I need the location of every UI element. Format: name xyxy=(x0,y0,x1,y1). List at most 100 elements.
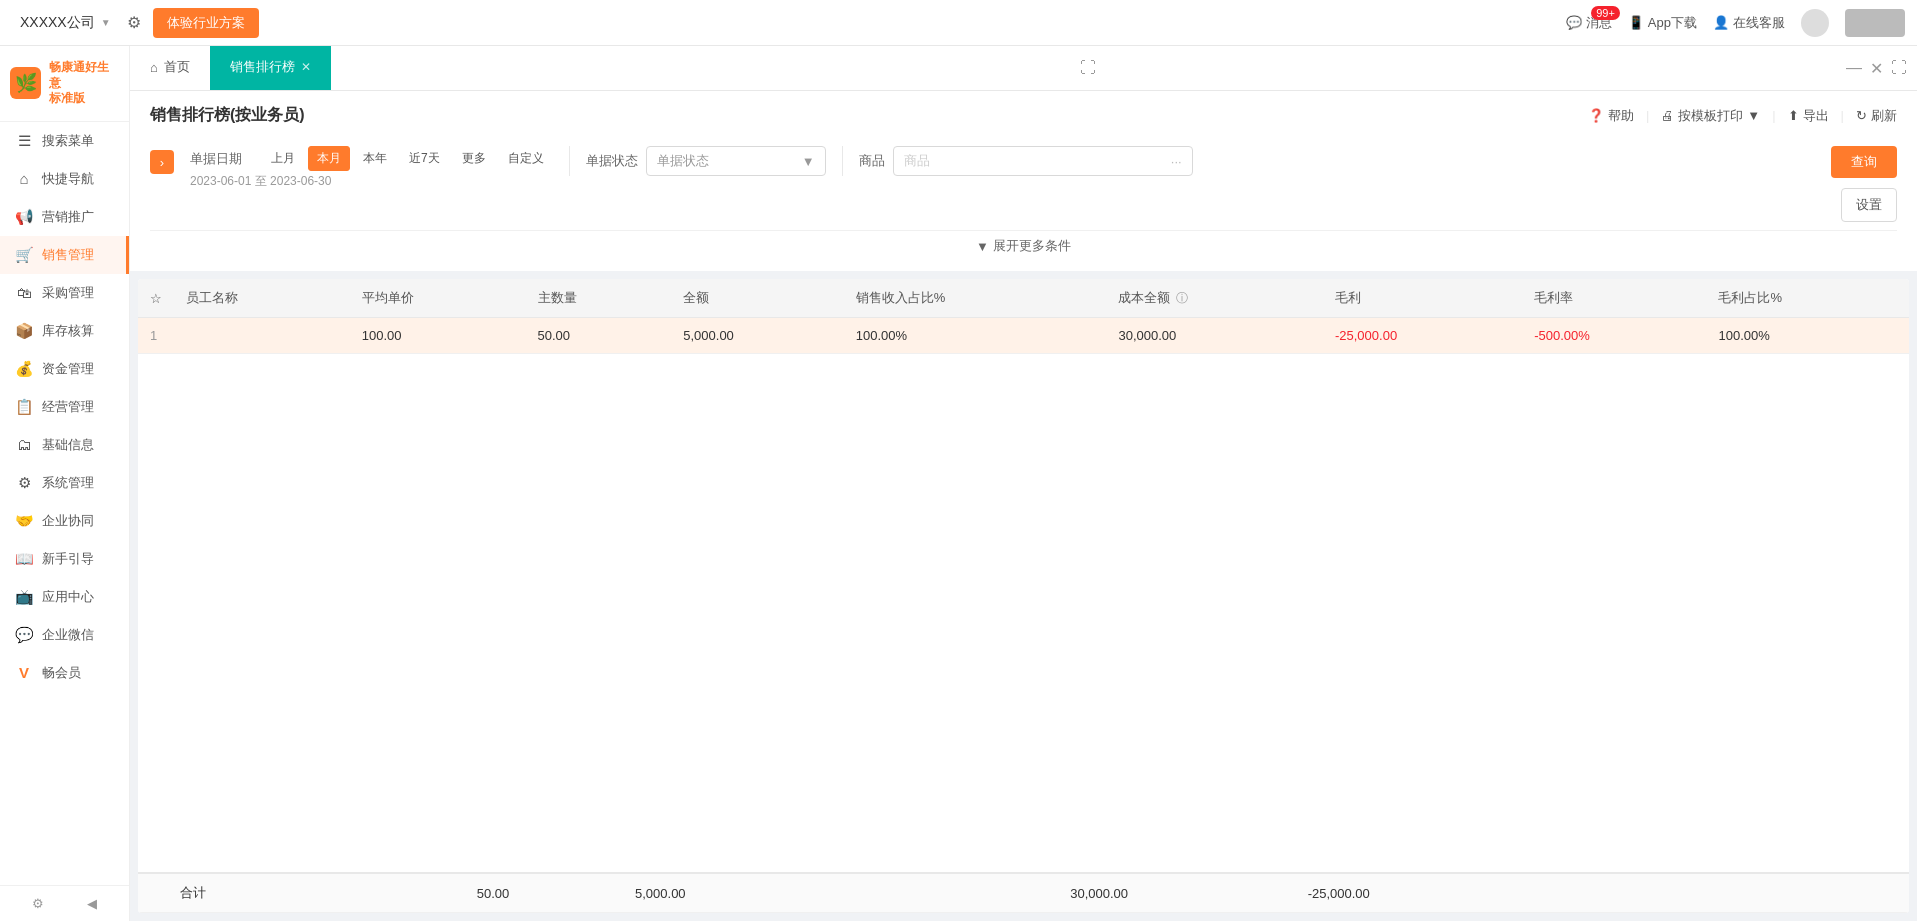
footer-quantity: 50.00 xyxy=(465,873,623,913)
sidebar-item-basic-info[interactable]: 🗂 基础信息 xyxy=(0,426,129,464)
sidebar-item-purchase[interactable]: 🛍 采购管理 xyxy=(0,274,129,312)
footer-total: 5,000.00 xyxy=(623,873,821,913)
date-btn-this-year[interactable]: 本年 xyxy=(354,146,396,171)
message-icon: 💬 xyxy=(1566,15,1582,30)
expand-more-label: 展开更多条件 xyxy=(993,237,1071,255)
message-button[interactable]: 💬 消息 99+ xyxy=(1566,14,1612,32)
divider2: | xyxy=(1772,108,1775,123)
sidebar-collapse-icon[interactable]: ◀ xyxy=(87,896,97,911)
company-selector[interactable]: XXXXX公司 ▼ xyxy=(12,10,119,36)
date-btn-more[interactable]: 更多 xyxy=(453,146,495,171)
sidebar-item-enterprise[interactable]: 🤝 企业协同 xyxy=(0,502,129,540)
top-right-area: 💬 消息 99+ 📱 App下载 👤 在线客服 xyxy=(1566,9,1905,37)
sidebar-item-inventory[interactable]: 📦 库存核算 xyxy=(0,312,129,350)
data-table: ☆ 员工名称 平均单价 主数量 全额 销售收入占比% 成本全额 ⓘ 毛利 毛利率… xyxy=(138,279,1909,354)
settings-button[interactable]: 设置 xyxy=(1841,188,1897,222)
quick-nav-icon: ⌂ xyxy=(14,170,34,187)
export-button[interactable]: ⬆ 导出 xyxy=(1788,107,1829,125)
sidebar-item-finance[interactable]: 💰 资金管理 xyxy=(0,350,129,388)
date-btn-this-month[interactable]: 本月 xyxy=(308,146,350,171)
footer-profit-pct xyxy=(1711,873,1909,913)
settings-icon[interactable]: ⚙ xyxy=(127,13,141,32)
filter-toggle-icon[interactable]: › xyxy=(150,150,174,174)
cell-profit-pct: 100.00% xyxy=(1706,318,1909,354)
sidebar-item-member[interactable]: V 畅会员 xyxy=(0,654,129,692)
print-label: 按模板打印 xyxy=(1678,107,1743,125)
header-actions: ❓ 帮助 | 🖨 按模板打印 ▼ | ⬆ 导出 | xyxy=(1588,107,1897,125)
sidebar-label-inventory: 库存核算 xyxy=(42,322,94,340)
trial-button[interactable]: 体验行业方案 xyxy=(153,8,259,38)
status-select-value: 单据状态 xyxy=(657,152,709,170)
sidebar-item-guide[interactable]: 📖 新手引导 xyxy=(0,540,129,578)
app-download-button[interactable]: 📱 App下载 xyxy=(1628,14,1697,32)
sales-icon: 🛒 xyxy=(14,246,34,264)
print-button[interactable]: 🖨 按模板打印 ▼ xyxy=(1661,107,1760,125)
sidebar-label-marketing: 营销推广 xyxy=(42,208,94,226)
cell-profit: -25,000.00 xyxy=(1323,318,1522,354)
window-close-icon[interactable]: ✕ xyxy=(1870,59,1883,78)
status-filter: 单据状态 单据状态 ▼ xyxy=(586,146,826,176)
th-sales-pct: 销售收入占比% xyxy=(844,279,1107,318)
sidebar-item-system[interactable]: ⚙ 系统管理 xyxy=(0,464,129,502)
footer-profit: -25,000.00 xyxy=(1296,873,1514,913)
cost-info-icon[interactable]: ⓘ xyxy=(1176,291,1188,305)
cell-sales-pct: 100.00% xyxy=(844,318,1107,354)
query-button[interactable]: 查询 xyxy=(1831,146,1897,178)
help-label: 帮助 xyxy=(1608,107,1634,125)
sidebar-item-quick-nav[interactable]: ⌂ 快捷导航 xyxy=(0,160,129,198)
window-minimize-icon[interactable]: — xyxy=(1846,59,1862,78)
help-button[interactable]: ❓ 帮助 xyxy=(1588,107,1634,125)
th-settings[interactable]: ☆ xyxy=(138,279,174,318)
filter-area: › 单据日期 上月 本月 本年 近7天 更多 自定义 xyxy=(130,136,1917,271)
th-total: 全额 xyxy=(671,279,844,318)
tab-home[interactable]: ⌂ 首页 xyxy=(130,46,210,90)
cell-cost: 30,000.00 xyxy=(1106,318,1323,354)
sidebar-item-marketing[interactable]: 📢 营销推广 xyxy=(0,198,129,236)
cell-quantity: 50.00 xyxy=(526,318,672,354)
print-dropdown-icon: ▼ xyxy=(1747,108,1760,123)
chevron-down-icon: ▼ xyxy=(101,17,111,28)
refresh-label: 刷新 xyxy=(1871,107,1897,125)
sidebar-bottom: ⚙ ◀ xyxy=(0,885,129,921)
sidebar-item-app-center[interactable]: 📺 应用中心 xyxy=(0,578,129,616)
sidebar: 🌿 畅康通好生意标准版 ☰ 搜索菜单 ⌂ 快捷导航 📢 营销推广 🛒 销售管理 … xyxy=(0,46,130,921)
sidebar-label-enterprise: 企业协同 xyxy=(42,512,94,530)
window-expand-icon[interactable]: ⛶ xyxy=(1891,59,1907,78)
page-header: 销售排行榜(按业务员) ❓ 帮助 | 🖨 按模板打印 ▼ | ⬆ xyxy=(130,91,1917,136)
sidebar-settings-icon[interactable]: ⚙ xyxy=(32,896,44,911)
expand-more-button[interactable]: ▼ 展开更多条件 xyxy=(150,230,1897,261)
finance-icon: 💰 xyxy=(14,360,34,378)
status-select[interactable]: 单据状态 ▼ xyxy=(646,146,826,176)
search-order-icon: ☰ xyxy=(14,132,34,150)
sidebar-label-system: 系统管理 xyxy=(42,474,94,492)
th-profit: 毛利 xyxy=(1323,279,1522,318)
filter-divider1 xyxy=(569,146,570,176)
refresh-button[interactable]: ↻ 刷新 xyxy=(1856,107,1897,125)
sidebar-label-search-order: 搜索菜单 xyxy=(42,132,94,150)
avatar[interactable] xyxy=(1801,9,1829,37)
table-container: ☆ 员工名称 平均单价 主数量 全额 销售收入占比% 成本全额 ⓘ 毛利 毛利率… xyxy=(138,279,1909,913)
sidebar-label-sales: 销售管理 xyxy=(42,246,94,264)
tab-expand-icon[interactable]: ⛶ xyxy=(1070,59,1106,77)
tab-bar: ⌂ 首页 销售排行榜 ✕ ⛶ — ✕ ⛶ xyxy=(130,46,1917,91)
sidebar-item-search-order[interactable]: ☰ 搜索菜单 xyxy=(0,122,129,160)
sidebar-item-sales[interactable]: 🛒 销售管理 xyxy=(0,236,129,274)
print-icon: 🖨 xyxy=(1661,108,1674,123)
date-btn-custom[interactable]: 自定义 xyxy=(499,146,553,171)
date-btn-7days[interactable]: 近7天 xyxy=(400,146,449,171)
goods-input[interactable]: 商品 ··· xyxy=(893,146,1193,176)
avatar2[interactable] xyxy=(1845,9,1905,37)
tab-sales-rank-label: 销售排行榜 xyxy=(230,58,295,76)
th-profit-rate: 毛利率 xyxy=(1522,279,1706,318)
page-title: 销售排行榜(按业务员) xyxy=(150,105,305,126)
th-name: 员工名称 xyxy=(174,279,350,318)
tab-sales-rank[interactable]: 销售排行榜 ✕ xyxy=(210,46,331,90)
date-btn-last-month[interactable]: 上月 xyxy=(262,146,304,171)
sidebar-item-operations[interactable]: 📋 经营管理 xyxy=(0,388,129,426)
table-footer-row: 合计 50.00 5,000.00 30,000.00 -25,000.00 xyxy=(138,873,1909,913)
home-icon: ⌂ xyxy=(150,60,158,75)
online-service-button[interactable]: 👤 在线客服 xyxy=(1713,14,1785,32)
sidebar-item-enterprise-wechat[interactable]: 💬 企业微信 xyxy=(0,616,129,654)
tab-close-icon[interactable]: ✕ xyxy=(301,60,311,74)
sidebar-label-purchase: 采购管理 xyxy=(42,284,94,302)
